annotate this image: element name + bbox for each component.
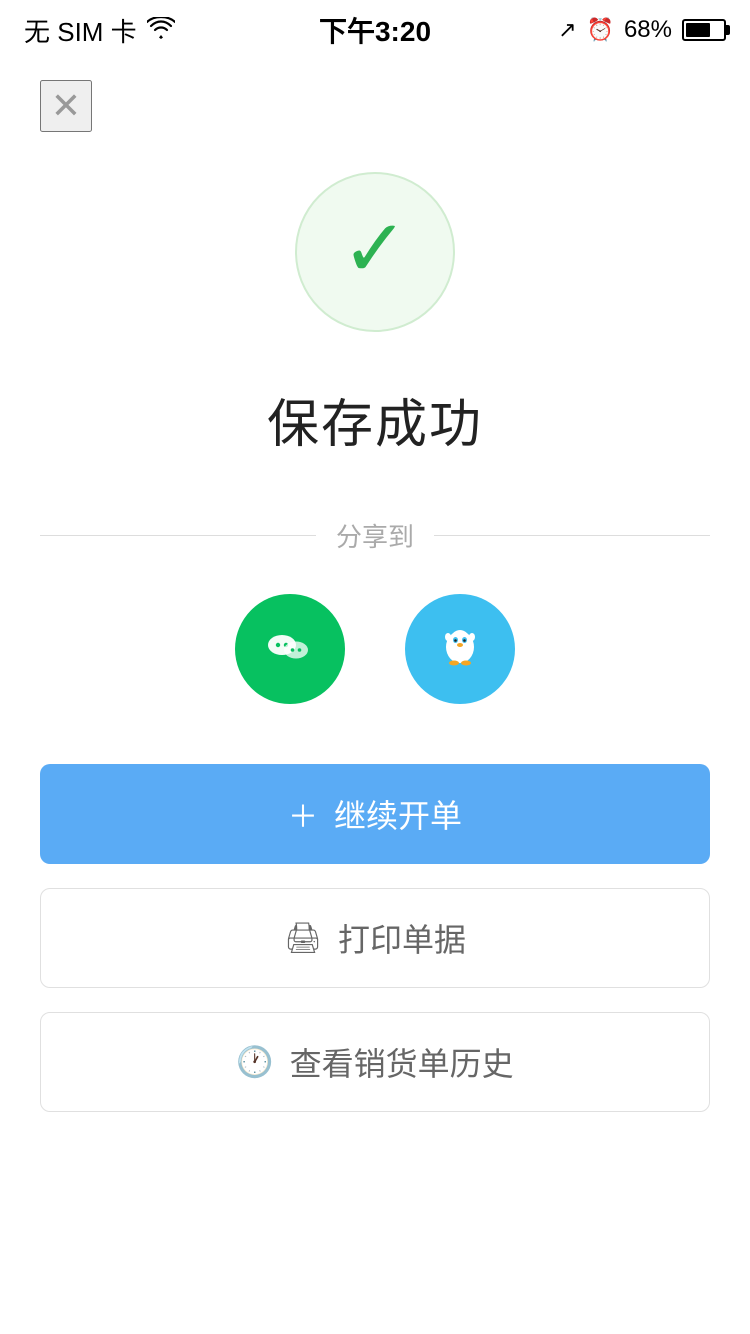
history-button[interactable]: 🕐 查看销货单历史 [40,1012,710,1112]
carrier-text: 无 SIM 卡 [24,12,137,49]
status-right: ↗ ⏰ 68% [558,16,726,44]
action-buttons: ＋ 继续开单 🖨 打印单据 🕐 查看销货单历史 [40,764,710,1112]
history-icon: 🕐 [236,1045,273,1080]
status-time: 下午3:20 [319,10,431,50]
share-divider: 分享到 [40,517,710,554]
status-left: 无 SIM 卡 [24,12,175,49]
divider-line-right [434,535,710,536]
close-icon: ✕ [51,88,81,124]
print-icon: 🖨 [284,921,322,956]
success-title: 保存成功 [267,382,483,457]
page-content: ✕ ✓ 保存成功 分享到 [0,60,750,1152]
status-bar: 无 SIM 卡 下午3:20 ↗ ⏰ 68% [0,0,750,60]
divider-line-left [40,535,316,536]
battery-percent: 68% [624,16,672,44]
history-label: 查看销货单历史 [290,1039,514,1085]
plus-icon: ＋ [288,792,318,836]
wechat-icon [260,619,320,679]
continue-order-label: 继续开单 [334,791,462,837]
location-icon: ↗ [558,17,576,43]
close-button[interactable]: ✕ [40,80,92,132]
success-circle: ✓ [295,172,455,332]
share-icons [40,594,710,704]
qq-share-button[interactable] [405,594,515,704]
print-button[interactable]: 🖨 打印单据 [40,888,710,988]
wifi-icon [147,15,175,46]
share-section: 分享到 [40,517,710,704]
continue-order-button[interactable]: ＋ 继续开单 [40,764,710,864]
wechat-share-button[interactable] [235,594,345,704]
battery-icon [682,19,726,41]
share-label: 分享到 [336,517,414,554]
alarm-icon: ⏰ [587,17,614,43]
print-label: 打印单据 [338,915,466,961]
checkmark-icon: ✓ [341,209,408,289]
qq-icon [430,619,490,679]
